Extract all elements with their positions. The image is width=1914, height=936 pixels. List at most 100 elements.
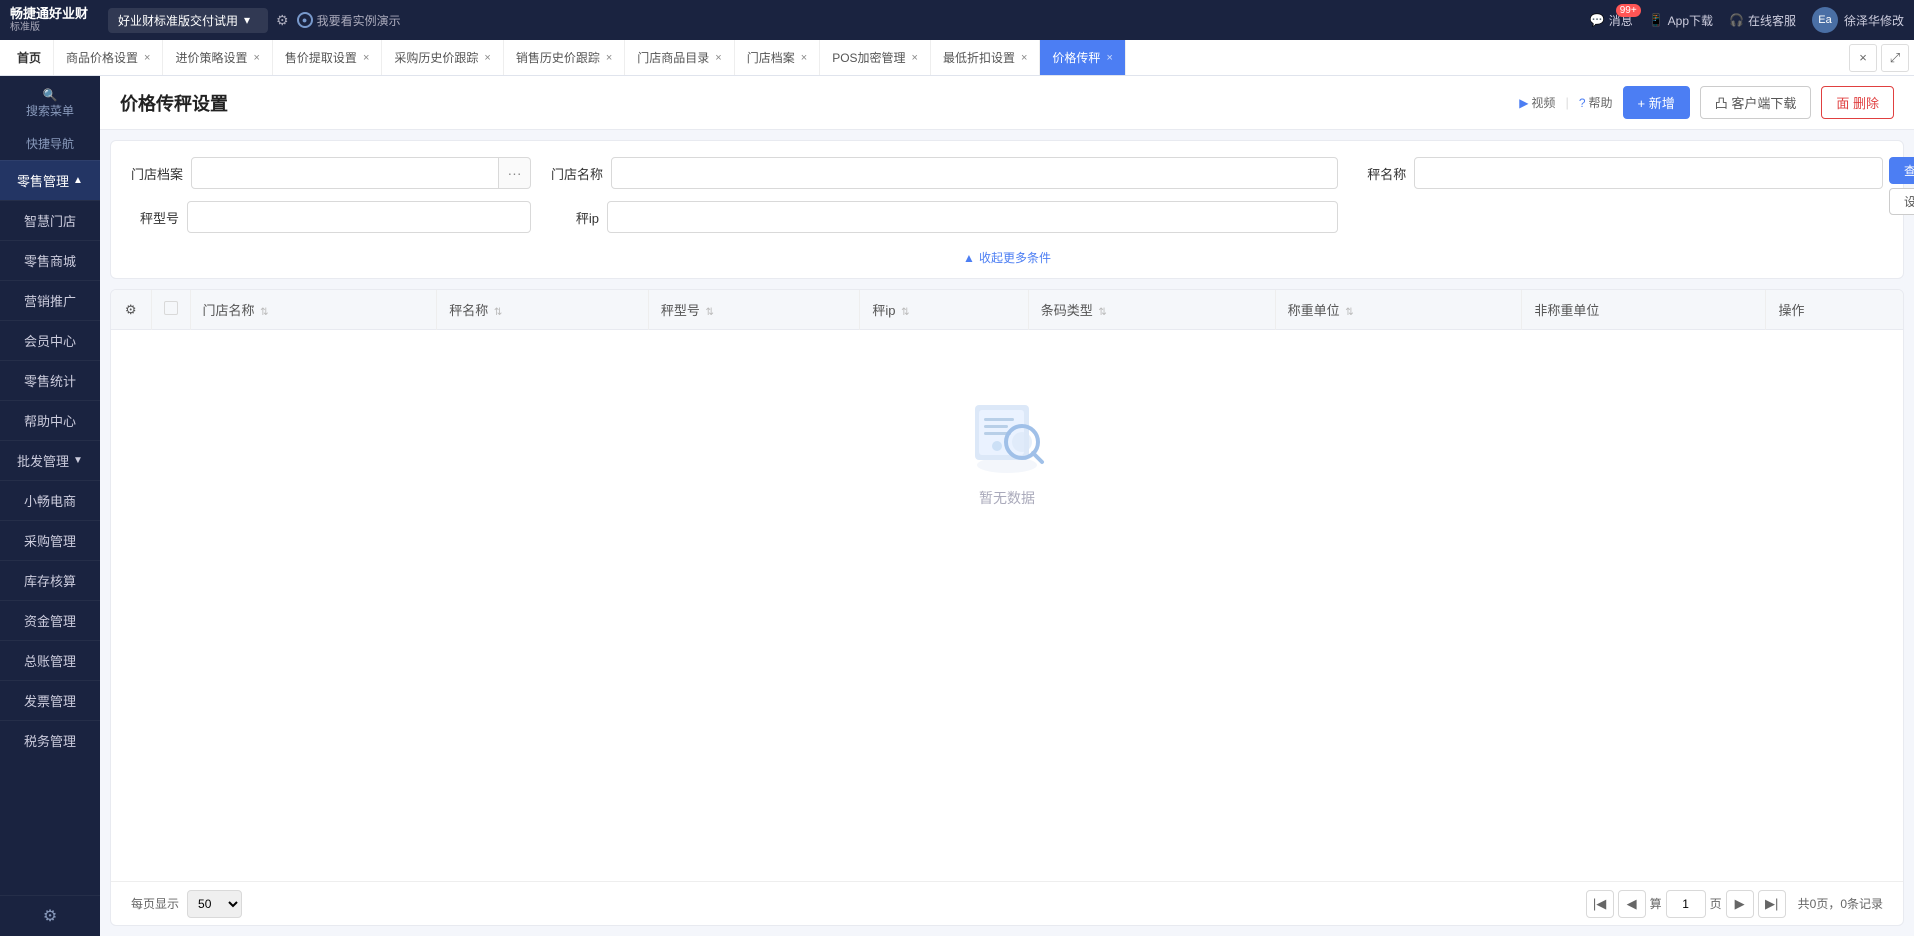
delete-button[interactable]: 面 删除 [1821, 86, 1894, 119]
sidebar-item-marketing[interactable]: 营销推广 [0, 280, 100, 320]
sidebar-item-inventory[interactable]: 库存核算 [0, 560, 100, 600]
page-next-button[interactable]: ▶ [1726, 890, 1754, 918]
sidebar-item-ecommerce[interactable]: 小畅电商 [0, 480, 100, 520]
page-title: 价格传秤设置 [120, 90, 228, 116]
th-barcode-type: 条码类型 ⇅ [1028, 290, 1275, 330]
sidebar-item-wholesale[interactable]: 批发管理 ▼ [0, 440, 100, 480]
sidebar-item-ledger[interactable]: 总账管理 [0, 640, 100, 680]
tab-min-discount[interactable]: 最低折扣设置 × [931, 40, 1040, 76]
tab-purchase-strategy-close[interactable]: × [253, 52, 259, 64]
sidebar-item-purchase[interactable]: 采购管理 [0, 520, 100, 560]
tab-sale-price[interactable]: 售价提取设置 × [273, 40, 382, 76]
sidebar-item-tax[interactable]: 税务管理 [0, 720, 100, 760]
sidebar-item-finance-label: 资金管理 [24, 611, 76, 630]
app-download-button[interactable]: 📱 App下载 [1649, 12, 1713, 29]
settings-button[interactable]: 设置 [1889, 188, 1914, 215]
tab-close-action[interactable]: × [1849, 44, 1877, 72]
user-menu[interactable]: Ea 徐泽华修改 [1812, 7, 1904, 33]
sidebar-item-retail-stats[interactable]: 零售统计 [0, 360, 100, 400]
app-edition: 标准版 [10, 22, 100, 34]
tab-commodity-price-close[interactable]: × [144, 52, 150, 64]
sort-barcode-type-icon[interactable]: ⇅ [1098, 307, 1106, 318]
data-table: ⚙ 门店名称 ⇅ 秤名称 ⇅ 秤型号 ⇅ 秤ip ⇅ 条码类型 ⇅ 称重单位 ⇅… [111, 290, 1903, 568]
user-initials: Ea [1818, 14, 1831, 26]
sort-scale-model-icon[interactable]: ⇅ [705, 307, 713, 318]
filter-store-file-input[interactable] [191, 157, 499, 189]
download-button[interactable]: 凸 客户端下载 [1700, 86, 1812, 119]
video-link[interactable]: ▶ 视频 [1519, 94, 1555, 111]
content-area: 🔍 搜索菜单 快捷导航 零售管理 ▲ 智慧门店 零售商城 营销推广 会员中心 零… [0, 76, 1914, 936]
help-link[interactable]: ? 帮助 [1579, 94, 1613, 111]
tab-purchase-history-close[interactable]: × [484, 52, 490, 64]
edition-dropdown[interactable]: 好业财标准版交付试用 ▾ [108, 8, 268, 33]
sort-scale-ip-icon[interactable]: ⇅ [901, 307, 909, 318]
tab-expand-action[interactable]: ⤢ [1881, 44, 1909, 72]
sidebar-settings-icon[interactable]: ⚙ [0, 895, 100, 936]
sort-store-name-icon[interactable]: ⇅ [260, 307, 268, 318]
sidebar-item-finance[interactable]: 资金管理 [0, 600, 100, 640]
online-service-button[interactable]: 🎧 在线客服 [1729, 12, 1796, 29]
tab-sale-price-close[interactable]: × [363, 52, 369, 64]
tab-min-discount-close[interactable]: × [1021, 52, 1027, 64]
filter-scale-ip-input[interactable] [607, 201, 1338, 233]
sidebar-item-member[interactable]: 会员中心 [0, 320, 100, 360]
table-scroll[interactable]: ⚙ 门店名称 ⇅ 秤名称 ⇅ 秤型号 ⇅ 秤ip ⇅ 条码类型 ⇅ 称重单位 ⇅… [111, 290, 1903, 881]
tab-commodity-price[interactable]: 商品价格设置 × [54, 40, 163, 76]
filter-store-name-input[interactable] [611, 157, 1338, 189]
tab-store-file[interactable]: 门店档案 × [735, 40, 820, 76]
filter-scale-name-input[interactable] [1414, 157, 1883, 189]
messages-button[interactable]: 💬 消息 99+ [1590, 12, 1633, 29]
page-first-button[interactable]: |◀ [1586, 890, 1614, 918]
page-prev-button[interactable]: ◀ [1618, 890, 1646, 918]
headset-icon: 🎧 [1729, 13, 1744, 27]
sidebar-item-retail[interactable]: 零售管理 ▲ [0, 160, 100, 200]
tab-store-file-close[interactable]: × [801, 52, 807, 64]
filter-scale-model-input[interactable] [187, 201, 531, 233]
tab-sale-history[interactable]: 销售历史价跟踪 × [504, 40, 625, 76]
sidebar-search[interactable]: 🔍 搜索菜单 [0, 80, 100, 127]
query-button[interactable]: 查询 [1889, 157, 1914, 184]
page-number-input[interactable] [1666, 890, 1706, 918]
add-button[interactable]: + 新增 [1623, 86, 1690, 119]
app-download-label: App下载 [1668, 12, 1713, 29]
select-all-checkbox[interactable] [164, 301, 178, 315]
tab-home[interactable]: 首页 [5, 40, 54, 76]
sidebar-item-retail-mall[interactable]: 零售商城 [0, 240, 100, 280]
edition-settings-icon[interactable]: ⚙ [276, 12, 289, 29]
tab-price-transfer[interactable]: 价格传秤 × [1040, 40, 1125, 76]
th-check[interactable] [151, 290, 190, 330]
tab-pos-manage-close[interactable]: × [912, 52, 918, 64]
th-settings[interactable]: ⚙ [111, 290, 151, 330]
phone-icon: 📱 [1649, 13, 1664, 27]
sidebar-item-smart-store[interactable]: 智慧门店 [0, 200, 100, 240]
sidebar-item-wholesale-label: 批发管理 [17, 451, 69, 470]
query-button-label: 查询 [1904, 162, 1914, 179]
collapse-label: 收起更多条件 [979, 249, 1051, 266]
user-name: 徐泽华修改 [1844, 12, 1904, 29]
app-logo: 畅捷通好业财 标准版 [10, 6, 100, 34]
filter-store-file-btn[interactable]: ··· [499, 157, 531, 189]
sidebar-item-help[interactable]: 帮助中心 [0, 400, 100, 440]
sidebar-item-invoice[interactable]: 发票管理 [0, 680, 100, 720]
sort-weight-unit-icon[interactable]: ⇅ [1345, 307, 1353, 318]
tab-min-discount-label: 最低折扣设置 [943, 49, 1015, 66]
tab-purchase-strategy[interactable]: 进价策略设置 × [163, 40, 272, 76]
tab-store-catalog[interactable]: 门店商品目录 × [625, 40, 734, 76]
tab-store-catalog-close[interactable]: × [715, 52, 721, 64]
collapse-button[interactable]: ▲ 收起更多条件 [963, 249, 1051, 266]
tab-sale-history-close[interactable]: × [606, 52, 612, 64]
per-page-select[interactable]: 50 20 100 [187, 890, 242, 918]
demo-label: 我要看实例演示 [317, 12, 401, 29]
filter-store-file: 门店档案 ··· [131, 157, 531, 189]
demo-link[interactable]: ● 我要看实例演示 [297, 12, 401, 29]
sort-scale-name-icon[interactable]: ⇅ [494, 307, 502, 318]
tab-purchase-history[interactable]: 采购历史价跟踪 × [382, 40, 503, 76]
online-service-label: 在线客服 [1748, 12, 1796, 29]
filter-row-2: 秤型号 秤ip [131, 201, 1883, 233]
page-last-button[interactable]: ▶| [1758, 890, 1786, 918]
sidebar-quick-nav[interactable]: 快捷导航 [0, 127, 100, 160]
tab-pos-manage[interactable]: POS加密管理 × [820, 40, 931, 76]
empty-illustration [957, 390, 1057, 480]
tab-price-transfer-close[interactable]: × [1106, 52, 1112, 64]
message-icon: 💬 [1590, 13, 1605, 27]
